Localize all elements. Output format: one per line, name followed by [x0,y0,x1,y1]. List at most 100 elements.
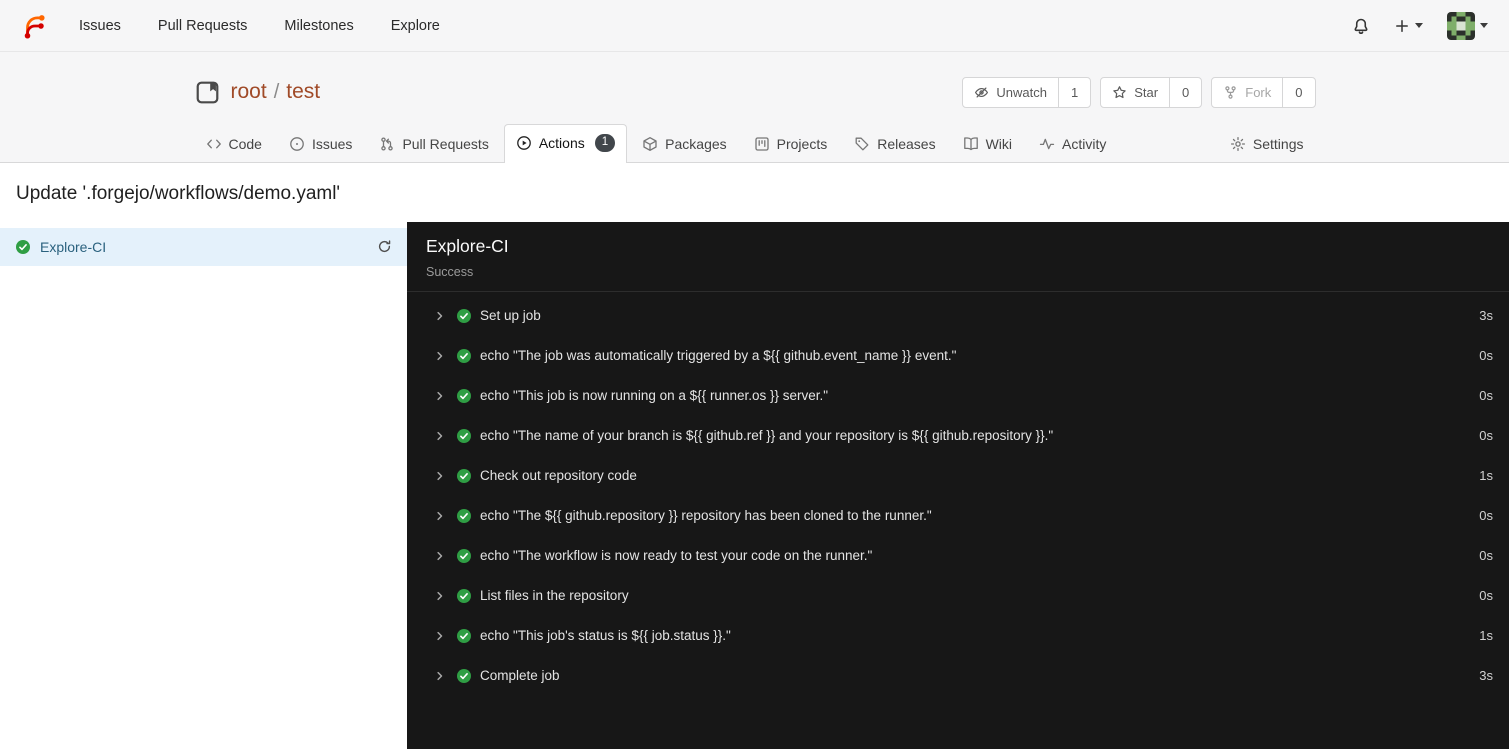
step-row[interactable]: Set up job 3s [407,296,1509,336]
chevron-right-icon[interactable] [434,590,451,602]
nav-item-explore[interactable]: Explore [391,18,440,34]
step-duration: 0s [1479,548,1493,563]
tab-actions[interactable]: Actions 1 [503,124,628,163]
chevron-right-icon[interactable] [434,670,451,682]
nav-item-milestones[interactable]: Milestones [284,18,353,34]
step-row[interactable]: List files in the repository 0s [407,576,1509,616]
tab-label: Actions [538,134,585,151]
watchers-count[interactable]: 1 [1057,77,1090,107]
bell-icon [1352,17,1370,35]
star-label: Star [1134,84,1159,100]
star-button[interactable]: Star [1101,78,1169,107]
repo-actions: Unwatch 1 Star 0 Fork 0 [962,76,1316,108]
tab-issues[interactable]: Issues [277,126,364,162]
job-item-explore-ci[interactable]: Explore-CI [0,227,407,266]
settings-icon [1230,136,1246,152]
chevron-right-icon[interactable] [434,510,451,522]
step-name: echo "This job is now running on a ${{ r… [480,388,829,403]
step-row[interactable]: echo "The name of your branch is ${{ git… [407,416,1509,456]
step-row[interactable]: echo "The ${{ github.repository }} repos… [407,496,1509,536]
chevron-right-icon[interactable] [434,430,451,442]
forgejo-logo[interactable] [21,13,47,39]
package-icon [642,136,658,152]
step-name: echo "The job was automatically triggere… [480,348,957,363]
check-circle-icon [456,428,472,444]
unwatch-button[interactable]: Unwatch [963,78,1058,107]
book-icon [963,136,979,152]
play-circle-icon [516,135,532,151]
eye-slash-icon [974,85,989,100]
step-row[interactable]: Check out repository code 1s [407,456,1509,496]
actions-count-badge: 1 [594,134,616,152]
tab-code[interactable]: Code [194,126,274,162]
log-header: Explore-CI Success [407,222,1509,292]
caret-down-icon [1415,23,1423,28]
tab-label: Wiki [985,135,1013,152]
chevron-right-icon[interactable] [434,550,451,562]
user-menu-button[interactable] [1447,11,1488,40]
chevron-right-icon[interactable] [434,310,451,322]
check-circle-icon [456,348,472,364]
navbar-right [1352,11,1488,40]
fork-icon [1223,85,1238,100]
run-view: Explore-CI Explore-CI Success Set up job… [0,221,1509,749]
tab-releases[interactable]: Releases [842,126,947,162]
create-new-button[interactable] [1394,18,1423,34]
tab-wiki[interactable]: Wiki [951,126,1024,162]
notifications-button[interactable] [1352,17,1370,35]
breadcrumb-separator: / [273,80,280,103]
step-name: echo "The name of your branch is ${{ git… [480,428,1054,443]
repo-title-row: root / test Unwatch 1 Star 0 Fork 0 [194,69,1316,115]
chevron-right-icon[interactable] [434,630,451,642]
step-duration: 0s [1479,588,1493,603]
check-circle-icon [456,468,472,484]
refresh-icon[interactable] [377,239,392,254]
tab-label: Pull Requests [402,135,489,152]
star-icon [1112,85,1127,100]
step-name: Check out repository code [480,468,637,483]
tab-label: Code [228,135,262,152]
step-duration: 0s [1479,388,1493,403]
pulse-icon [1039,136,1055,152]
repo-name-link[interactable]: test [286,80,320,104]
step-row[interactable]: echo "The job was automatically triggere… [407,336,1509,376]
step-row[interactable]: echo "The workflow is now ready to test … [407,536,1509,576]
star-button-group: Star 0 [1100,76,1203,108]
step-duration: 3s [1479,668,1493,683]
fork-button-group: Fork 0 [1211,76,1316,108]
step-name: echo "This job's status is ${{ job.statu… [480,628,731,643]
chevron-right-icon[interactable] [434,350,451,362]
tab-activity[interactable]: Activity [1027,126,1118,162]
chevron-right-icon[interactable] [434,390,451,402]
check-circle-icon [456,548,472,564]
tab-packages[interactable]: Packages [630,126,738,162]
tab-label: Issues [311,135,353,152]
repo-owner-link[interactable]: root [231,80,267,104]
caret-down-icon [1480,23,1488,28]
nav-item-issues[interactable]: Issues [79,18,121,34]
chevron-right-icon[interactable] [434,470,451,482]
tab-label: Activity [1062,135,1107,152]
app-root: Issues Pull Requests Milestones Explore [0,0,1509,749]
nav-item-pull-requests[interactable]: Pull Requests [158,18,247,34]
step-name: Complete job [480,668,560,683]
log-panel: Explore-CI Success Set up job 3s echo "T… [407,221,1509,749]
forks-count[interactable]: 0 [1282,77,1314,107]
tab-projects[interactable]: Projects [742,126,840,162]
tag-icon [854,136,870,152]
stars-count[interactable]: 0 [1169,77,1201,107]
step-row[interactable]: echo "This job is now running on a ${{ r… [407,376,1509,416]
run-title: Update '.forgejo/workflows/demo.yaml' [0,162,1509,222]
fork-button[interactable]: Fork [1212,78,1282,107]
step-row[interactable]: Complete job 3s [407,656,1509,696]
tab-pull-requests[interactable]: Pull Requests [367,126,500,162]
tab-settings[interactable]: Settings [1218,126,1316,162]
tab-label: Releases [877,135,936,152]
tab-label: Projects [776,135,828,152]
step-row[interactable]: echo "This job's status is ${{ job.statu… [407,616,1509,656]
log-job-title: Explore-CI [426,235,509,256]
repo-tabs: Code Issues Pull Requests Actions 1 Pack… [194,124,1316,163]
repo-header: root / test Unwatch 1 Star 0 Fork 0 Code… [0,52,1509,163]
fork-label: Fork [1245,84,1272,100]
step-name: echo "The workflow is now ready to test … [480,548,873,563]
